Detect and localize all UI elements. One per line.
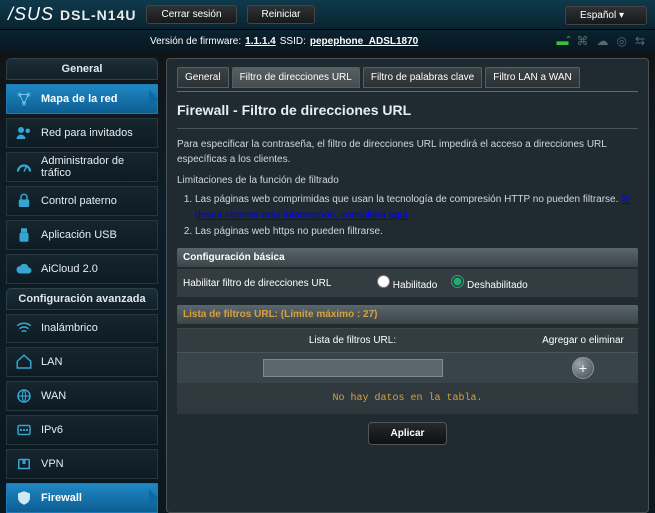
- sidebar-item-parental-control[interactable]: Control paterno: [6, 186, 158, 216]
- logout-button[interactable]: Cerrar sesión: [146, 5, 236, 24]
- cloud-nav-icon: [15, 260, 33, 278]
- sidebar-item-lan[interactable]: LAN: [6, 347, 158, 377]
- enable-label: Habilitar filtro de direcciones URL: [183, 278, 363, 289]
- users-icon: ⌘: [576, 34, 588, 48]
- sidebar-item-usb-app[interactable]: Aplicación USB: [6, 220, 158, 250]
- sidebar-header-general: General: [6, 58, 158, 80]
- section-basic-config: Configuración básica: [177, 248, 638, 267]
- topbar: /SUSDSL-N14U Cerrar sesión Reiniciar Esp…: [0, 0, 655, 30]
- th-add-remove: Agregar o eliminar: [528, 329, 638, 352]
- sidebar-item-vpn[interactable]: VPN: [6, 449, 158, 479]
- main-panel: General Filtro de direcciones URL Filtro…: [166, 58, 649, 513]
- vpn-icon: [15, 455, 33, 473]
- sidebar-item-wireless[interactable]: Inalámbrico: [6, 314, 158, 344]
- url-table: Lista de filtros URL: Agregar o eliminar…: [177, 328, 638, 414]
- add-button[interactable]: +: [572, 357, 594, 379]
- usb-icon: ⇆: [635, 34, 645, 48]
- sidebar-item-traffic-manager[interactable]: Administrador de tráfico: [6, 152, 158, 182]
- intro-text: Para especificar la contraseña, el filtr…: [177, 137, 638, 167]
- ipv6-icon: [15, 421, 33, 439]
- no-data-text: No hay datos en la tabla.: [177, 383, 638, 414]
- globe-icon: ◎: [616, 34, 626, 48]
- tab-lan-wan-filter[interactable]: Filtro LAN a WAN: [485, 67, 580, 88]
- guest-icon: [15, 124, 33, 142]
- tab-keyword-filter[interactable]: Filtro de palabras clave: [363, 67, 482, 88]
- wifi-icon: ▬̂: [556, 34, 568, 48]
- reboot-button[interactable]: Reiniciar: [247, 5, 316, 24]
- enable-row: Habilitar filtro de direcciones URL Habi…: [177, 269, 638, 297]
- sidebar-item-firewall[interactable]: Firewall: [6, 483, 158, 513]
- th-url-list: Lista de filtros URL:: [177, 329, 528, 352]
- brand-logo: /SUSDSL-N14U: [8, 4, 136, 25]
- sidebar-item-network-map[interactable]: Mapa de la red: [6, 84, 158, 114]
- wifi-nav-icon: [15, 319, 33, 337]
- tab-general[interactable]: General: [177, 67, 229, 88]
- usb-stick-icon: [15, 226, 33, 244]
- sidebar-item-ipv6[interactable]: IPv6: [6, 415, 158, 445]
- sidebar-header-advanced: Configuración avanzada: [6, 288, 158, 310]
- language-select[interactable]: Español ▾: [565, 6, 647, 25]
- section-url-list: Lista de filtros URL: (Límite máximo : 2…: [177, 305, 638, 324]
- shield-icon: [15, 489, 33, 507]
- sidebar-item-wan[interactable]: WAN: [6, 381, 158, 411]
- lan-icon: [15, 353, 33, 371]
- apply-button[interactable]: Aplicar: [368, 422, 448, 445]
- radio-disabled[interactable]: Deshabilitado: [451, 275, 527, 291]
- url-input[interactable]: [263, 359, 443, 377]
- wan-icon: [15, 387, 33, 405]
- tabs: General Filtro de direcciones URL Filtro…: [177, 67, 638, 88]
- gauge-icon: [15, 158, 33, 176]
- ssid-link[interactable]: pepephone_ADSL1870: [310, 36, 418, 47]
- lock-icon: [15, 192, 33, 210]
- page-title: Firewall - Filtro de direcciones URL: [177, 102, 638, 118]
- tab-url-filter[interactable]: Filtro de direcciones URL: [232, 67, 360, 88]
- network-map-icon: [15, 90, 33, 108]
- sidebar-item-aicloud[interactable]: AiCloud 2.0: [6, 254, 158, 284]
- firmware-line: Versión de firmware: 1.1.1.4 SSID: pepep…: [0, 30, 655, 52]
- cloud-icon: ☁: [596, 34, 608, 48]
- limitations-heading: Limitaciones de la función de filtrado: [177, 173, 638, 188]
- sidebar: General Mapa de la red Red para invitado…: [6, 58, 158, 513]
- sidebar-item-guest-network[interactable]: Red para invitados: [6, 118, 158, 148]
- limitations-list: Las páginas web comprimidas que usan la …: [195, 192, 638, 240]
- radio-enabled[interactable]: Habilitado: [377, 275, 437, 291]
- firmware-version[interactable]: 1.1.1.4: [245, 36, 276, 47]
